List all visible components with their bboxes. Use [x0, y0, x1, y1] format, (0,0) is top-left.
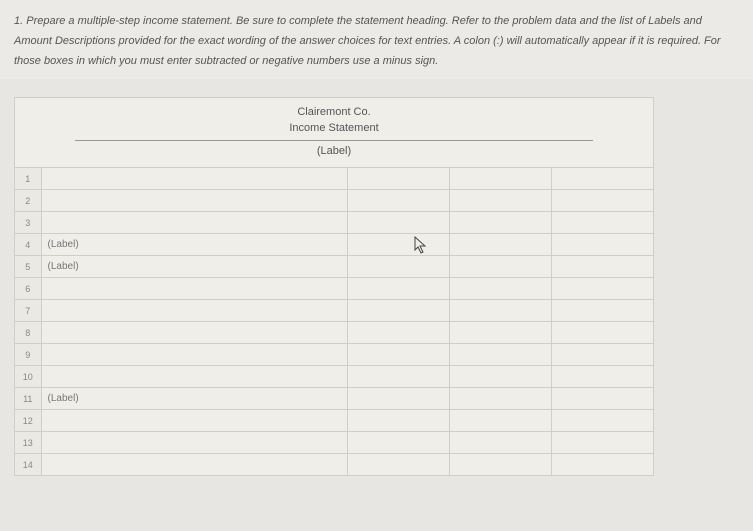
label-input-cell[interactable] — [41, 300, 347, 322]
amount-input-cell[interactable] — [347, 322, 449, 344]
table-row: 14 — [15, 454, 654, 476]
table-row: 4(Label) — [15, 234, 654, 256]
table-row: 2 — [15, 190, 654, 212]
row-number: 4 — [15, 234, 42, 256]
amount-input-cell[interactable] — [449, 410, 551, 432]
row-number: 10 — [15, 366, 42, 388]
amount-input-cell[interactable] — [449, 234, 551, 256]
amount-input-cell[interactable] — [449, 388, 551, 410]
period-label-input[interactable]: (Label) — [75, 140, 593, 159]
label-input-cell[interactable] — [41, 366, 347, 388]
company-name: Clairemont Co. — [15, 104, 653, 120]
row-number: 7 — [15, 300, 42, 322]
amount-input-cell[interactable] — [347, 168, 449, 190]
amount-input-cell[interactable] — [551, 190, 653, 212]
amount-input-cell[interactable] — [347, 190, 449, 212]
label-input-cell[interactable] — [41, 190, 347, 212]
label-input-cell[interactable] — [41, 278, 347, 300]
amount-input-cell[interactable] — [347, 234, 449, 256]
row-number: 8 — [15, 322, 42, 344]
table-row: 6 — [15, 278, 654, 300]
amount-input-cell[interactable] — [551, 454, 653, 476]
amount-input-cell[interactable] — [449, 454, 551, 476]
amount-input-cell[interactable] — [551, 212, 653, 234]
row-number: 1 — [15, 168, 42, 190]
table-row: 9 — [15, 344, 654, 366]
amount-input-cell[interactable] — [347, 454, 449, 476]
label-input-cell[interactable]: (Label) — [41, 388, 347, 410]
table-row: 1 — [15, 168, 654, 190]
table-row: 7 — [15, 300, 654, 322]
amount-input-cell[interactable] — [551, 300, 653, 322]
amount-input-cell[interactable] — [347, 388, 449, 410]
label-input-cell[interactable] — [41, 454, 347, 476]
row-number: 9 — [15, 344, 42, 366]
income-statement: Clairemont Co. Income Statement (Label) … — [14, 97, 654, 476]
table-row: 3 — [15, 212, 654, 234]
amount-input-cell[interactable] — [347, 212, 449, 234]
label-input-cell[interactable] — [41, 322, 347, 344]
row-number: 14 — [15, 454, 42, 476]
statement-header: Clairemont Co. Income Statement (Label) — [14, 97, 654, 167]
amount-input-cell[interactable] — [449, 256, 551, 278]
row-number: 6 — [15, 278, 42, 300]
row-number: 11 — [15, 388, 42, 410]
amount-input-cell[interactable] — [449, 322, 551, 344]
amount-input-cell[interactable] — [449, 366, 551, 388]
amount-input-cell[interactable] — [551, 278, 653, 300]
row-number: 12 — [15, 410, 42, 432]
amount-input-cell[interactable] — [449, 432, 551, 454]
table-row: 13 — [15, 432, 654, 454]
row-number: 5 — [15, 256, 42, 278]
statement-grid: 1234(Label)5(Label)67891011(Label)121314 — [14, 167, 654, 476]
label-input-cell[interactable] — [41, 168, 347, 190]
amount-input-cell[interactable] — [551, 432, 653, 454]
amount-input-cell[interactable] — [551, 366, 653, 388]
amount-input-cell[interactable] — [347, 278, 449, 300]
label-input-cell[interactable]: (Label) — [41, 256, 347, 278]
row-number: 3 — [15, 212, 42, 234]
label-input-cell[interactable] — [41, 212, 347, 234]
amount-input-cell[interactable] — [449, 300, 551, 322]
statement-title: Income Statement — [15, 120, 653, 136]
amount-input-cell[interactable] — [551, 256, 653, 278]
amount-input-cell[interactable] — [551, 234, 653, 256]
label-input-cell[interactable]: (Label) — [41, 234, 347, 256]
amount-input-cell[interactable] — [551, 344, 653, 366]
amount-input-cell[interactable] — [347, 366, 449, 388]
row-number: 13 — [15, 432, 42, 454]
table-row: 5(Label) — [15, 256, 654, 278]
amount-input-cell[interactable] — [347, 410, 449, 432]
table-row: 10 — [15, 366, 654, 388]
amount-input-cell[interactable] — [449, 344, 551, 366]
amount-input-cell[interactable] — [551, 410, 653, 432]
table-row: 8 — [15, 322, 654, 344]
amount-input-cell[interactable] — [347, 300, 449, 322]
label-input-cell[interactable] — [41, 344, 347, 366]
row-number: 2 — [15, 190, 42, 212]
amount-input-cell[interactable] — [347, 344, 449, 366]
problem-instructions: 1. Prepare a multiple-step income statem… — [0, 0, 753, 79]
amount-input-cell[interactable] — [347, 432, 449, 454]
amount-input-cell[interactable] — [449, 168, 551, 190]
amount-input-cell[interactable] — [551, 388, 653, 410]
amount-input-cell[interactable] — [551, 168, 653, 190]
label-input-cell[interactable] — [41, 410, 347, 432]
amount-input-cell[interactable] — [347, 256, 449, 278]
amount-input-cell[interactable] — [449, 212, 551, 234]
amount-input-cell[interactable] — [449, 278, 551, 300]
table-row: 12 — [15, 410, 654, 432]
label-input-cell[interactable] — [41, 432, 347, 454]
amount-input-cell[interactable] — [551, 322, 653, 344]
table-row: 11(Label) — [15, 388, 654, 410]
amount-input-cell[interactable] — [449, 190, 551, 212]
